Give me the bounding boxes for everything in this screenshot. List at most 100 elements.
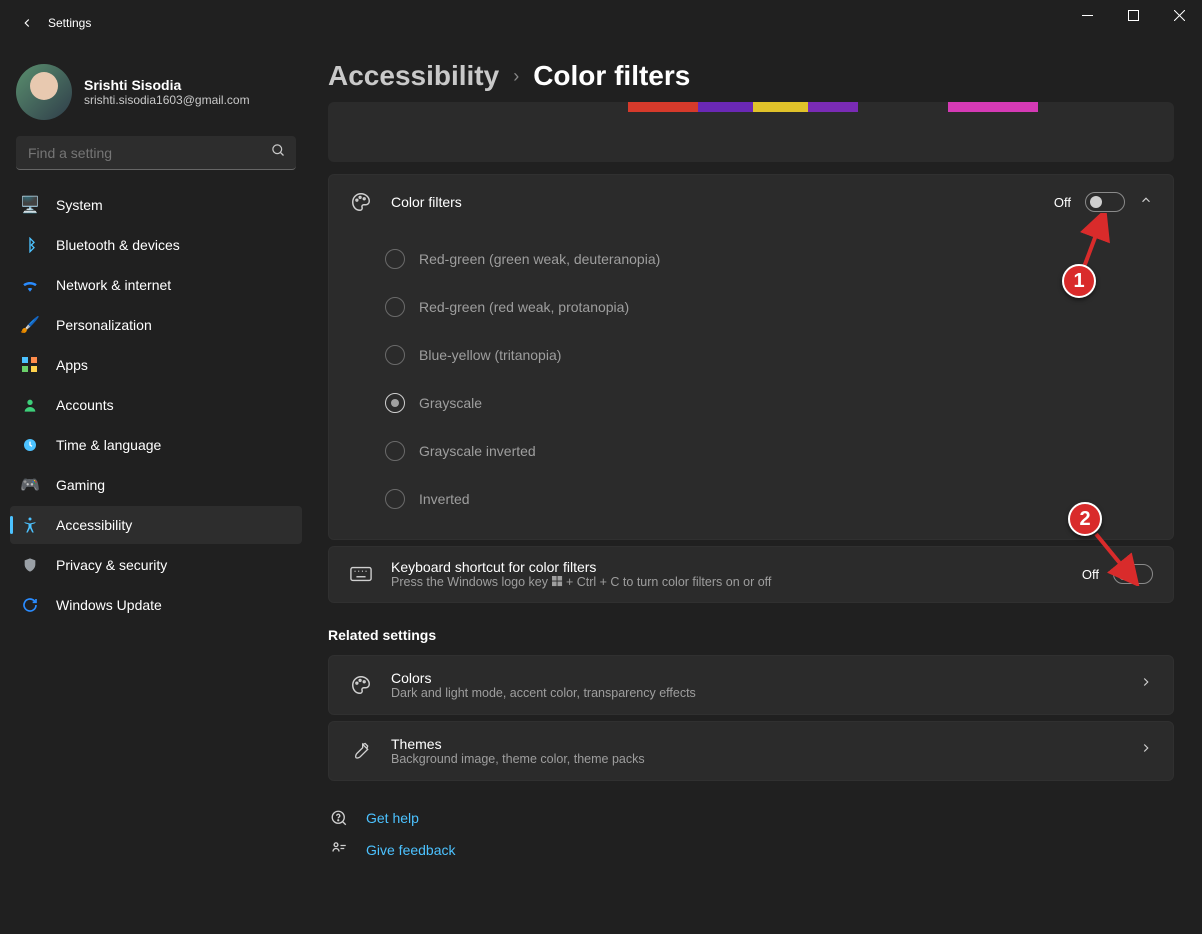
close-button[interactable] xyxy=(1156,0,1202,30)
sidebar: Srishti Sisodia srishti.sisodia1603@gmai… xyxy=(0,46,312,934)
color-filters-title: Color filters xyxy=(391,194,1036,210)
chevron-right-icon xyxy=(1139,741,1153,760)
related-link-subtitle: Dark and light mode, accent color, trans… xyxy=(391,686,1121,700)
help-icon xyxy=(328,809,350,827)
window-title: Settings xyxy=(48,16,91,30)
color-wheel-preview xyxy=(628,102,1054,112)
sidebar-item-apps[interactable]: Apps xyxy=(10,346,302,384)
radio-icon xyxy=(385,393,405,413)
related-link-title: Colors xyxy=(391,670,1121,686)
feedback-icon xyxy=(328,841,350,859)
brush-icon xyxy=(349,741,373,761)
palette-icon xyxy=(349,674,373,696)
sidebar-item-label: Bluetooth & devices xyxy=(56,237,180,253)
keyboard-shortcut-row[interactable]: Keyboard shortcut for color filters Pres… xyxy=(329,547,1173,602)
give-feedback-link[interactable]: Give feedback xyxy=(328,833,1174,865)
annotation-marker-2: 2 xyxy=(1068,502,1102,536)
update-icon xyxy=(20,595,40,615)
sidebar-item-label: Time & language xyxy=(56,437,161,453)
search-box[interactable] xyxy=(16,136,296,170)
nav: 🖥️ System Bluetooth & devices Network & … xyxy=(10,186,302,624)
breadcrumb-parent[interactable]: Accessibility xyxy=(328,60,499,92)
color-filters-card: Color filters Off Red-green (green weak,… xyxy=(328,174,1174,540)
breadcrumb: Accessibility › Color filters xyxy=(328,60,1174,92)
option-label: Red-green (green weak, deuteranopia) xyxy=(419,251,660,267)
chevron-up-icon[interactable] xyxy=(1139,193,1153,212)
sidebar-item-personalization[interactable]: 🖌️ Personalization xyxy=(10,306,302,344)
option-grayscale[interactable]: Grayscale xyxy=(385,379,1153,427)
shortcut-subtitle: Press the Windows logo key + Ctrl + C to… xyxy=(391,575,1064,590)
time-icon xyxy=(20,435,40,455)
chevron-right-icon: › xyxy=(513,66,519,87)
option-label: Red-green (red weak, protanopia) xyxy=(419,299,629,315)
option-deuteranopia[interactable]: Red-green (green weak, deuteranopia) xyxy=(385,235,1153,283)
sidebar-item-label: Accounts xyxy=(56,397,114,413)
privacy-icon xyxy=(20,555,40,575)
sidebar-item-system[interactable]: 🖥️ System xyxy=(10,186,302,224)
color-filters-header[interactable]: Color filters Off xyxy=(329,175,1173,229)
related-link-title: Themes xyxy=(391,736,1121,752)
accounts-icon xyxy=(20,395,40,415)
sidebar-item-bluetooth[interactable]: Bluetooth & devices xyxy=(10,226,302,264)
option-grayscale-inverted[interactable]: Grayscale inverted xyxy=(385,427,1153,475)
sidebar-item-label: Windows Update xyxy=(56,597,162,613)
related-colors-card[interactable]: Colors Dark and light mode, accent color… xyxy=(328,655,1174,715)
search-input[interactable] xyxy=(28,145,271,161)
sidebar-item-label: Personalization xyxy=(56,317,152,333)
keyboard-icon xyxy=(349,566,373,582)
profile-block[interactable]: Srishti Sisodia srishti.sisodia1603@gmai… xyxy=(10,58,302,134)
color-preview-card xyxy=(328,102,1174,162)
breadcrumb-current: Color filters xyxy=(533,60,690,92)
option-inverted[interactable]: Inverted xyxy=(385,475,1153,523)
profile-name: Srishti Sisodia xyxy=(84,77,250,93)
windows-logo-icon xyxy=(552,576,563,590)
sidebar-item-label: Gaming xyxy=(56,477,105,493)
sidebar-item-label: Network & internet xyxy=(56,277,171,293)
window-controls xyxy=(1064,0,1202,30)
apps-icon xyxy=(20,355,40,375)
keyboard-shortcut-card: Keyboard shortcut for color filters Pres… xyxy=(328,546,1174,603)
sidebar-item-label: Accessibility xyxy=(56,517,132,533)
option-label: Grayscale inverted xyxy=(419,443,536,459)
option-protanopia[interactable]: Red-green (red weak, protanopia) xyxy=(385,283,1153,331)
chevron-right-icon xyxy=(1139,675,1153,694)
radio-icon xyxy=(385,489,405,509)
get-help-link[interactable]: Get help xyxy=(328,801,1174,833)
get-help-text[interactable]: Get help xyxy=(366,810,419,826)
palette-icon xyxy=(349,191,373,213)
sidebar-item-update[interactable]: Windows Update xyxy=(10,586,302,624)
gaming-icon: 🎮 xyxy=(20,475,40,495)
radio-icon xyxy=(385,249,405,269)
title-bar: Settings xyxy=(0,0,1202,46)
related-link-subtitle: Background image, theme color, theme pac… xyxy=(391,752,1121,766)
color-filters-toggle-label: Off xyxy=(1054,195,1071,210)
sidebar-item-accounts[interactable]: Accounts xyxy=(10,386,302,424)
back-button[interactable] xyxy=(18,14,36,32)
option-label: Inverted xyxy=(419,491,470,507)
option-tritanopia[interactable]: Blue-yellow (tritanopia) xyxy=(385,331,1153,379)
radio-icon xyxy=(385,297,405,317)
give-feedback-text[interactable]: Give feedback xyxy=(366,842,456,858)
option-label: Blue-yellow (tritanopia) xyxy=(419,347,561,363)
maximize-button[interactable] xyxy=(1110,0,1156,30)
sidebar-item-label: Privacy & security xyxy=(56,557,167,573)
bluetooth-icon xyxy=(20,235,40,255)
sidebar-item-gaming[interactable]: 🎮 Gaming xyxy=(10,466,302,504)
system-icon: 🖥️ xyxy=(20,195,40,215)
search-icon xyxy=(271,143,286,163)
personalization-icon: 🖌️ xyxy=(20,315,40,335)
option-label: Grayscale xyxy=(419,395,482,411)
wifi-icon xyxy=(20,275,40,295)
sidebar-item-accessibility[interactable]: Accessibility xyxy=(10,506,302,544)
radio-icon xyxy=(385,345,405,365)
sidebar-item-privacy[interactable]: Privacy & security xyxy=(10,546,302,584)
profile-email: srishti.sisodia1603@gmail.com xyxy=(84,93,250,107)
sidebar-item-network[interactable]: Network & internet xyxy=(10,266,302,304)
minimize-button[interactable] xyxy=(1064,0,1110,30)
sidebar-item-time[interactable]: Time & language xyxy=(10,426,302,464)
sidebar-item-label: Apps xyxy=(56,357,88,373)
color-filters-toggle[interactable] xyxy=(1085,192,1125,212)
accessibility-icon xyxy=(20,515,40,535)
color-filter-options: Red-green (green weak, deuteranopia) Red… xyxy=(329,229,1173,539)
related-themes-card[interactable]: Themes Background image, theme color, th… xyxy=(328,721,1174,781)
